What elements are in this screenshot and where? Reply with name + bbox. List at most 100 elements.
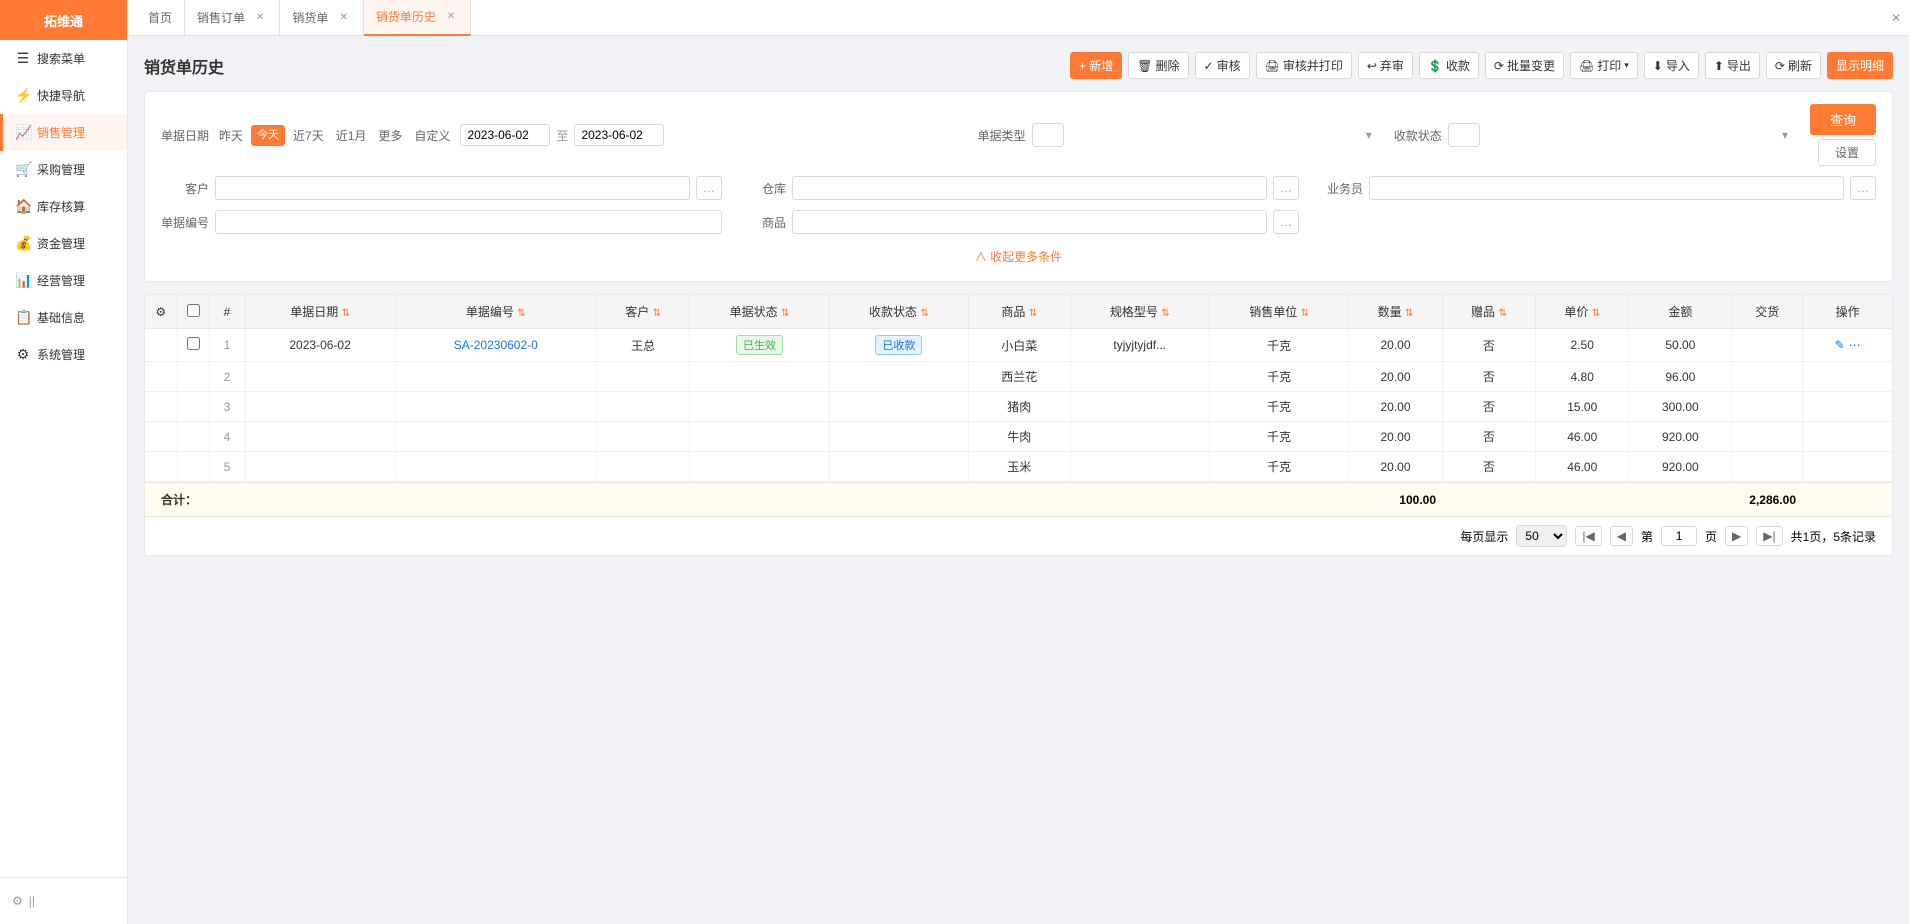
th-doc-status-label: 单据状态 [730,305,778,319]
th-price[interactable]: 单价 ⇅ [1536,295,1629,329]
cell-doc-status [690,452,829,482]
sidebar-item-base-info[interactable]: 📋 基础信息 [0,299,127,336]
delete-button[interactable]: 🗑 删除 [1128,52,1188,79]
per-page-select[interactable]: 50 100 [1516,525,1567,547]
sidebar-item-inventory[interactable]: 🏠 库存核算 [0,188,127,225]
collect-status-select[interactable] [1448,123,1480,147]
sidebar-bottom-settings[interactable]: ⚙ || [0,886,127,916]
import-button[interactable]: ⬇ 导入 [1644,52,1699,79]
collect-button[interactable]: 💲 收款 [1419,52,1479,79]
shortcut-today[interactable]: 今天 [251,125,285,146]
warehouse-input[interactable] [792,176,1267,200]
tab-close-sales-goods[interactable]: ✕ [336,11,350,24]
cell-spec [1070,452,1209,482]
shortcut-7days[interactable]: 近7天 [289,125,328,146]
shortcut-custom[interactable]: 自定义 [410,125,454,146]
row-checkbox[interactable] [187,337,200,350]
cell-doc-no: SA-20230602-0 [395,329,596,362]
query-buttons: 查询 设置 [1810,104,1876,166]
doc-type-select[interactable] [1032,123,1064,147]
customer-input[interactable] [215,176,690,200]
th-settings[interactable]: ⚙ [145,295,177,329]
sidebar-item-purchase[interactable]: 🛒 采购管理 [0,151,127,188]
table-body: 12023-06-02SA-20230602-0王总已生效已收款小白菜tyjyj… [145,329,1892,482]
goods-ellipsis[interactable]: … [1273,210,1299,234]
salesman-input[interactable] [1369,176,1844,200]
approve-button[interactable]: ✓ 审核 [1195,52,1250,79]
abandon-button[interactable]: ↩ 弃审 [1358,52,1413,79]
last-page-button[interactable]: ▶| [1756,526,1782,546]
th-spec[interactable]: 规格型号 ⇅ [1070,295,1209,329]
doc-no-input[interactable] [215,210,722,234]
print-button[interactable]: 🖨 打印 ▾ [1570,52,1638,79]
cell-doc-date [245,452,395,482]
show-detail-button[interactable]: 显示明细 [1827,52,1893,79]
tab-sales-order[interactable]: 销售订单 ✕ [185,0,280,36]
th-customer[interactable]: 客户 ⇅ [596,295,689,329]
select-all-checkbox[interactable] [187,304,200,317]
date-from-input[interactable] [460,124,550,146]
prev-page-button[interactable]: ◀ [1610,526,1633,546]
sidebar-item-label: 基础信息 [37,309,85,326]
shortcut-1month[interactable]: 近1月 [332,125,371,146]
new-button[interactable]: + 新增 [1070,52,1122,79]
doc-no-link[interactable]: SA-20230602-0 [454,338,538,352]
batch-change-button[interactable]: ⟳ 批量变更 [1485,52,1564,79]
approve-print-button[interactable]: 🖨 审核并打印 [1256,52,1352,79]
tab-close-sales-order[interactable]: ✕ [253,11,267,24]
cell-price: 15.00 [1536,392,1629,422]
cell-price: 46.00 [1536,452,1629,482]
customer-ellipsis[interactable]: … [696,176,722,200]
collapse-bar[interactable]: ∧ 收起更多条件 [161,244,1876,269]
table-row: 5玉米千克20.00否46.00920.00 [145,452,1892,482]
sidebar-item-sys-mgmt[interactable]: ⚙ 系统管理 [0,336,127,373]
tab-sales-history[interactable]: 销货单历史 ✕ [364,0,471,36]
status-badge: 已生效 [736,335,783,355]
th-collect-status[interactable]: 收款状态 ⇅ [829,295,968,329]
sort-gift-icon: ⇅ [1498,308,1506,319]
th-qty[interactable]: 数量 ⇅ [1349,295,1442,329]
salesman-ellipsis[interactable]: … [1850,176,1876,200]
sidebar-item-quick-nav[interactable]: ⚡ 快捷导航 [0,77,127,114]
query-button[interactable]: 查询 [1810,104,1876,135]
th-doc-no[interactable]: 单据编号 ⇅ [395,295,596,329]
th-unit[interactable]: 销售单位 ⇅ [1209,295,1348,329]
sidebar: 拓维通 ☰ 搜索菜单 ⚡ 快捷导航 📈 销售管理 🛒 采购管理 🏠 库存核算 💰… [0,0,128,924]
more-link[interactable]: ⋯ [1849,338,1861,352]
refresh-button[interactable]: ⟳ 刷新 [1766,52,1821,79]
sidebar-item-label: 库存核算 [37,198,85,215]
warehouse-ellipsis[interactable]: … [1273,176,1299,200]
shortcut-more[interactable]: 更多 [374,125,406,146]
th-doc-status[interactable]: 单据状态 ⇅ [690,295,829,329]
table-container: ⚙ # 单据日期 ⇅ 单据编号 ⇅ 客户 ⇅ [144,294,1893,556]
export-button[interactable]: ⬆ 导出 [1705,52,1760,79]
page-input[interactable] [1661,526,1697,546]
tab-close-sales-history[interactable]: ✕ [444,10,458,23]
cell-collect-status [829,452,968,482]
sidebar-item-finance[interactable]: 💰 资金管理 [0,225,127,262]
cell-price: 46.00 [1536,422,1629,452]
th-goods[interactable]: 商品 ⇅ [969,295,1071,329]
th-doc-date[interactable]: 单据日期 ⇅ [245,295,395,329]
shortcut-yesterday[interactable]: 昨天 [215,125,247,146]
first-page-button[interactable]: |◀ [1575,526,1601,546]
tab-home[interactable]: 首页 [136,0,185,36]
goods-filter-input[interactable] [792,210,1267,234]
cell-collect-status: 已收款 [829,329,968,362]
set-button[interactable]: 设置 [1818,139,1876,166]
content-area: 销货单历史 + 新增 🗑 删除 ✓ 审核 🖨 审核并打印 ↩ 弃审 [128,36,1909,924]
close-all-icon[interactable]: ✕ [1891,11,1901,25]
tab-sales-goods[interactable]: 销货单 ✕ [280,0,363,36]
doc-no-label: 单据编号 [161,214,209,231]
th-gift[interactable]: 赠品 ⇅ [1442,295,1535,329]
batch-icon: ⟳ [1494,59,1504,73]
cell-collect-status [829,422,968,452]
sys-mgmt-icon: ⚙ [15,346,31,363]
sidebar-item-sales[interactable]: 📈 销售管理 [0,114,127,151]
sidebar-item-search-menu[interactable]: ☰ 搜索菜单 [0,40,127,77]
edit-link[interactable]: ✎ [1835,338,1845,352]
abandon-icon: ↩ [1367,59,1377,73]
sidebar-item-operations[interactable]: 📊 经营管理 [0,262,127,299]
next-page-button[interactable]: ▶ [1725,526,1748,546]
date-to-input[interactable] [574,124,664,146]
